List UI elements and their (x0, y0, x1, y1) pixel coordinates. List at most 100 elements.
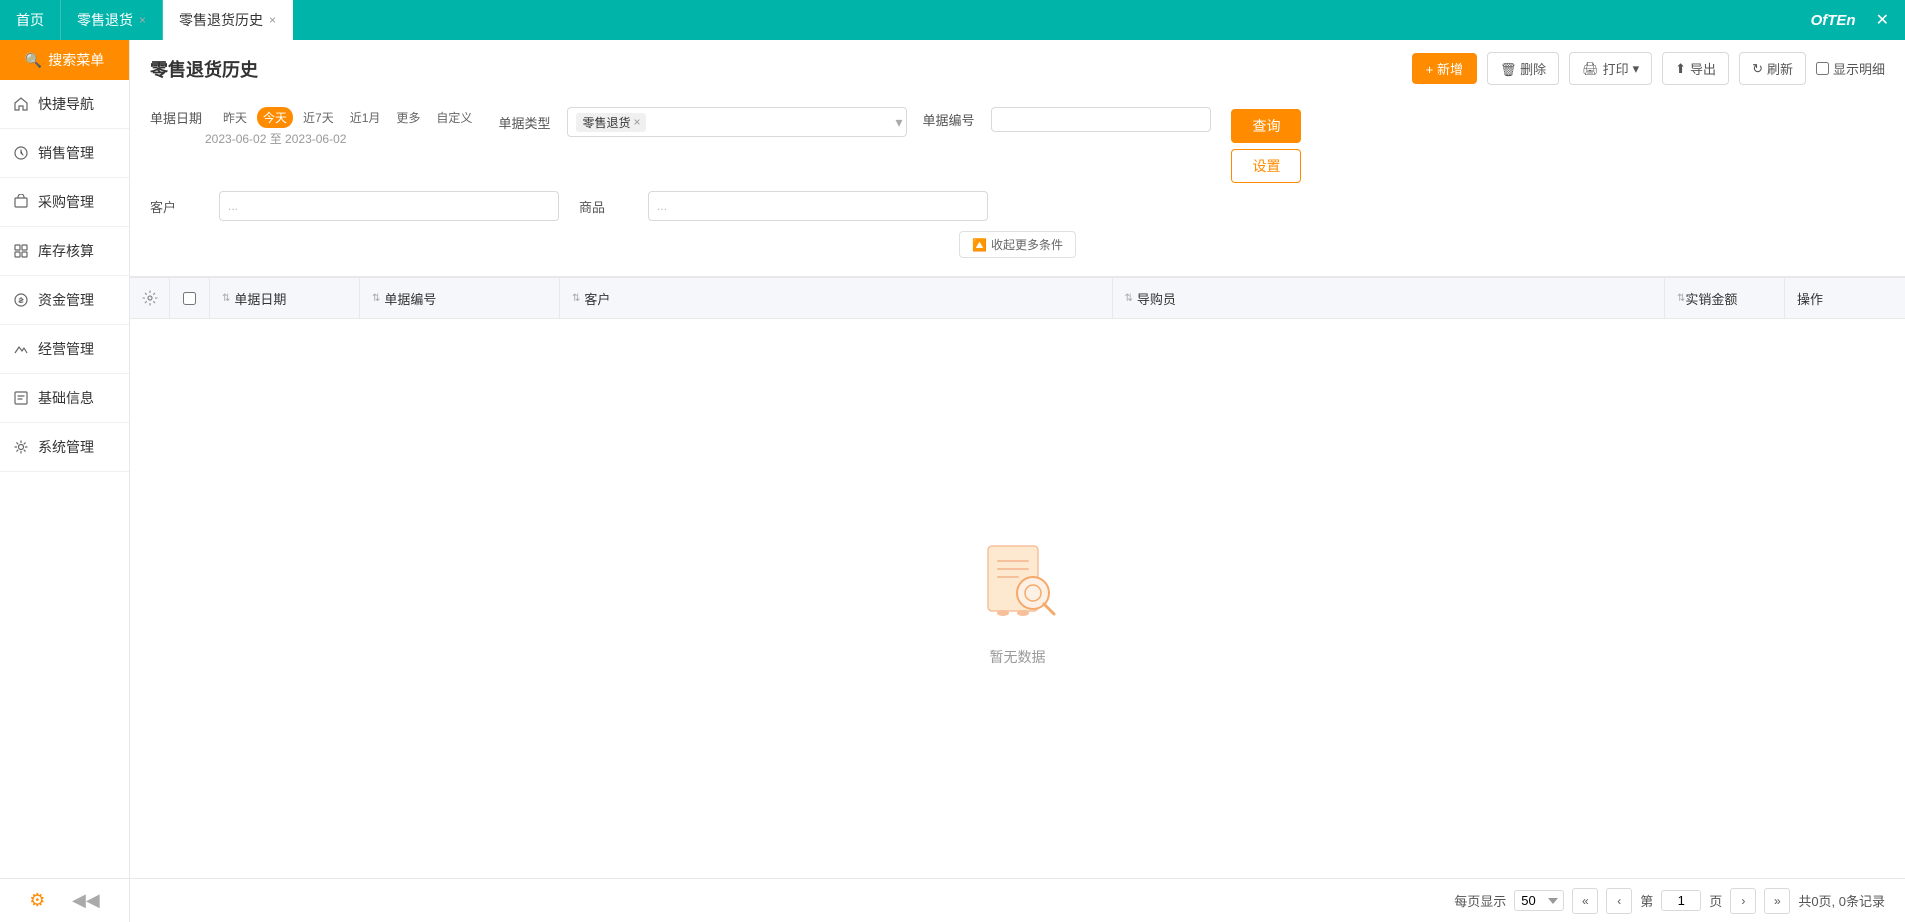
sales-icon (12, 144, 30, 162)
sidebar-bottom: ⚙ ◀◀ (0, 878, 129, 922)
sort-asc-icon-3[interactable]: ⇅ (572, 293, 580, 304)
empty-illustration (968, 531, 1068, 631)
bill-no-input[interactable] (991, 107, 1211, 132)
tab-retail-return-history-label: 零售退货历史 (179, 10, 263, 30)
sidebar-search[interactable]: 🔍 搜索菜单 (0, 40, 129, 80)
tab-home-label: 首页 (16, 10, 44, 30)
refresh-button[interactable]: ↻ 刷新 (1739, 52, 1806, 85)
print-button[interactable]: 🖨 打印 ▾ (1569, 52, 1652, 85)
new-button[interactable]: + 新增 (1412, 53, 1477, 84)
sidebar-nav: 快捷导航 销售管理 采购管理 库存核算 (0, 80, 129, 878)
bill-type-dropdown-icon[interactable]: ▾ (895, 114, 902, 131)
sort-asc-icon-5[interactable]: ⇅ (1677, 293, 1685, 304)
th-bill-date-label: 单据日期 (234, 289, 286, 308)
table-header: ⇅ 单据日期 ⇅ 单据编号 ⇅ 客户 ⇅ 导购员 ⇅ 实销金额 (130, 277, 1905, 319)
show-detail-checkbox-label[interactable]: 显示明细 (1816, 59, 1885, 78)
page-title-row: 零售退货历史 + 新增 🗑 删除 🖨 打印 ▾ ⬆ 导出 ↻ (150, 52, 1885, 85)
sidebar-item-system[interactable]: 系统管理 (0, 423, 129, 472)
th-amount: ⇅ 实销金额 (1665, 278, 1785, 318)
empty-state: 暂无数据 (130, 319, 1905, 878)
prev-page-button[interactable]: ‹ (1606, 888, 1632, 914)
tab-retail-return-close[interactable]: × (139, 13, 146, 27)
page-header: 零售退货历史 + 新增 🗑 删除 🖨 打印 ▾ ⬆ 导出 ↻ (130, 40, 1905, 277)
window-close-icon[interactable]: ✕ (1876, 10, 1889, 30)
export-button[interactable]: ⬆ 导出 (1662, 52, 1729, 85)
page-word2: 页 (1709, 891, 1722, 910)
setting-button[interactable]: 设置 (1231, 149, 1301, 183)
sidebar-item-inventory[interactable]: 库存核算 (0, 227, 129, 276)
th-checkbox[interactable] (170, 278, 210, 318)
th-settings[interactable] (130, 278, 170, 318)
operation-icon (12, 340, 30, 358)
tab-retail-return-history[interactable]: 零售退货历史 × (163, 0, 293, 40)
date-btn-1month[interactable]: 近1月 (344, 107, 387, 128)
tab-retail-return[interactable]: 零售退货 × (61, 0, 163, 40)
top-tabs: 首页 零售退货 × 零售退货历史 × (0, 0, 1795, 40)
collapse-more-conditions[interactable]: 🔼 收起更多条件 (959, 231, 1076, 258)
next-page-button[interactable]: › (1730, 888, 1756, 914)
page-size-select[interactable]: 50 10 20 100 (1514, 890, 1564, 911)
delete-button[interactable]: 🗑 删除 (1487, 52, 1559, 85)
th-guide-label: 导购员 (1137, 289, 1176, 308)
home-icon (12, 95, 30, 113)
sidebar-item-operation[interactable]: 经营管理 (0, 325, 129, 374)
th-bill-no: ⇅ 单据编号 (360, 278, 560, 318)
sort-asc-icon-4[interactable]: ⇅ (1125, 293, 1133, 304)
top-bar: 首页 零售退货 × 零售退货历史 × OfTEn ✕ (0, 0, 1905, 40)
th-ops-label: 操作 (1797, 289, 1823, 308)
date-btn-more[interactable]: 更多 (390, 107, 426, 128)
bill-type-input[interactable]: 零售退货 × (567, 107, 907, 137)
date-btn-custom[interactable]: 自定义 (430, 107, 478, 128)
bill-type-tag-remove[interactable]: × (633, 115, 640, 129)
system-icon (12, 438, 30, 456)
query-button[interactable]: 查询 (1231, 109, 1301, 143)
first-page-button[interactable]: « (1572, 888, 1598, 914)
goods-filter-group: 商品 ... (579, 191, 988, 221)
page-title: 零售退货历史 (150, 56, 258, 82)
export-icon: ⬆ (1675, 61, 1686, 77)
date-range-display: 2023-06-02 至 2023-06-02 (205, 130, 346, 147)
sidebar-item-basicinfo-label: 基础信息 (38, 388, 94, 408)
show-detail-checkbox[interactable] (1816, 62, 1829, 75)
tab-retail-return-history-close[interactable]: × (269, 13, 276, 27)
sidebar-item-sales-label: 销售管理 (38, 143, 94, 163)
filter-row-2: 客户 ... 商品 ... (150, 191, 1885, 221)
collapse-icon: 🔼 (972, 238, 987, 252)
bill-no-label: 单据编号 (922, 110, 977, 129)
date-filter-group: 单据日期 昨天 今天 近7天 近1月 更多 自定义 2023-06-02 至 2… (150, 107, 478, 147)
customer-input[interactable]: ... (219, 191, 559, 221)
total-info: 共0页, 0条记录 (1798, 891, 1885, 910)
filter-area: 单据日期 昨天 今天 近7天 近1月 更多 自定义 2023-06-02 至 2… (150, 97, 1885, 276)
sidebar-collapse-icon[interactable]: ◀◀ (72, 890, 100, 911)
th-guide: ⇅ 导购员 (1113, 278, 1666, 318)
sidebar-item-inventory-label: 库存核算 (38, 241, 94, 261)
sidebar-item-funds[interactable]: 资金管理 (0, 276, 129, 325)
sidebar-item-sales[interactable]: 销售管理 (0, 129, 129, 178)
sidebar-item-basicinfo[interactable]: 基础信息 (0, 374, 129, 423)
funds-icon (12, 291, 30, 309)
date-btn-yesterday[interactable]: 昨天 (217, 107, 253, 128)
tab-home[interactable]: 首页 (0, 0, 61, 40)
sort-asc-icon-2[interactable]: ⇅ (372, 293, 380, 304)
refresh-icon: ↻ (1752, 61, 1763, 77)
sidebar-gear-icon[interactable]: ⚙ (29, 890, 45, 911)
sidebar-item-quicknav[interactable]: 快捷导航 (0, 80, 129, 129)
bill-no-filter-group: 单据编号 (922, 107, 1211, 132)
pagination-bar: 每页显示 50 10 20 100 « ‹ 第 页 › » 共0页, 0条记录 (130, 878, 1905, 922)
inventory-icon (12, 242, 30, 260)
date-btn-7days[interactable]: 近7天 (297, 107, 340, 128)
sort-asc-icon[interactable]: ⇅ (222, 293, 230, 304)
toolbar-actions: + 新增 🗑 删除 🖨 打印 ▾ ⬆ 导出 ↻ 刷新 (1412, 52, 1885, 85)
export-label: 导出 (1690, 59, 1716, 78)
goods-input[interactable]: ... (648, 191, 988, 221)
select-all-checkbox[interactable] (183, 292, 196, 305)
basicinfo-icon (12, 389, 30, 407)
sidebar-search-label: 搜索菜单 (48, 50, 104, 70)
date-btn-today[interactable]: 今天 (257, 107, 293, 128)
purchase-icon (12, 193, 30, 211)
sidebar-item-funds-label: 资金管理 (38, 290, 94, 310)
last-page-button[interactable]: » (1764, 888, 1790, 914)
sidebar-item-purchase[interactable]: 采购管理 (0, 178, 129, 227)
sidebar-item-quicknav-label: 快捷导航 (38, 94, 94, 114)
page-number-input[interactable] (1661, 890, 1701, 911)
